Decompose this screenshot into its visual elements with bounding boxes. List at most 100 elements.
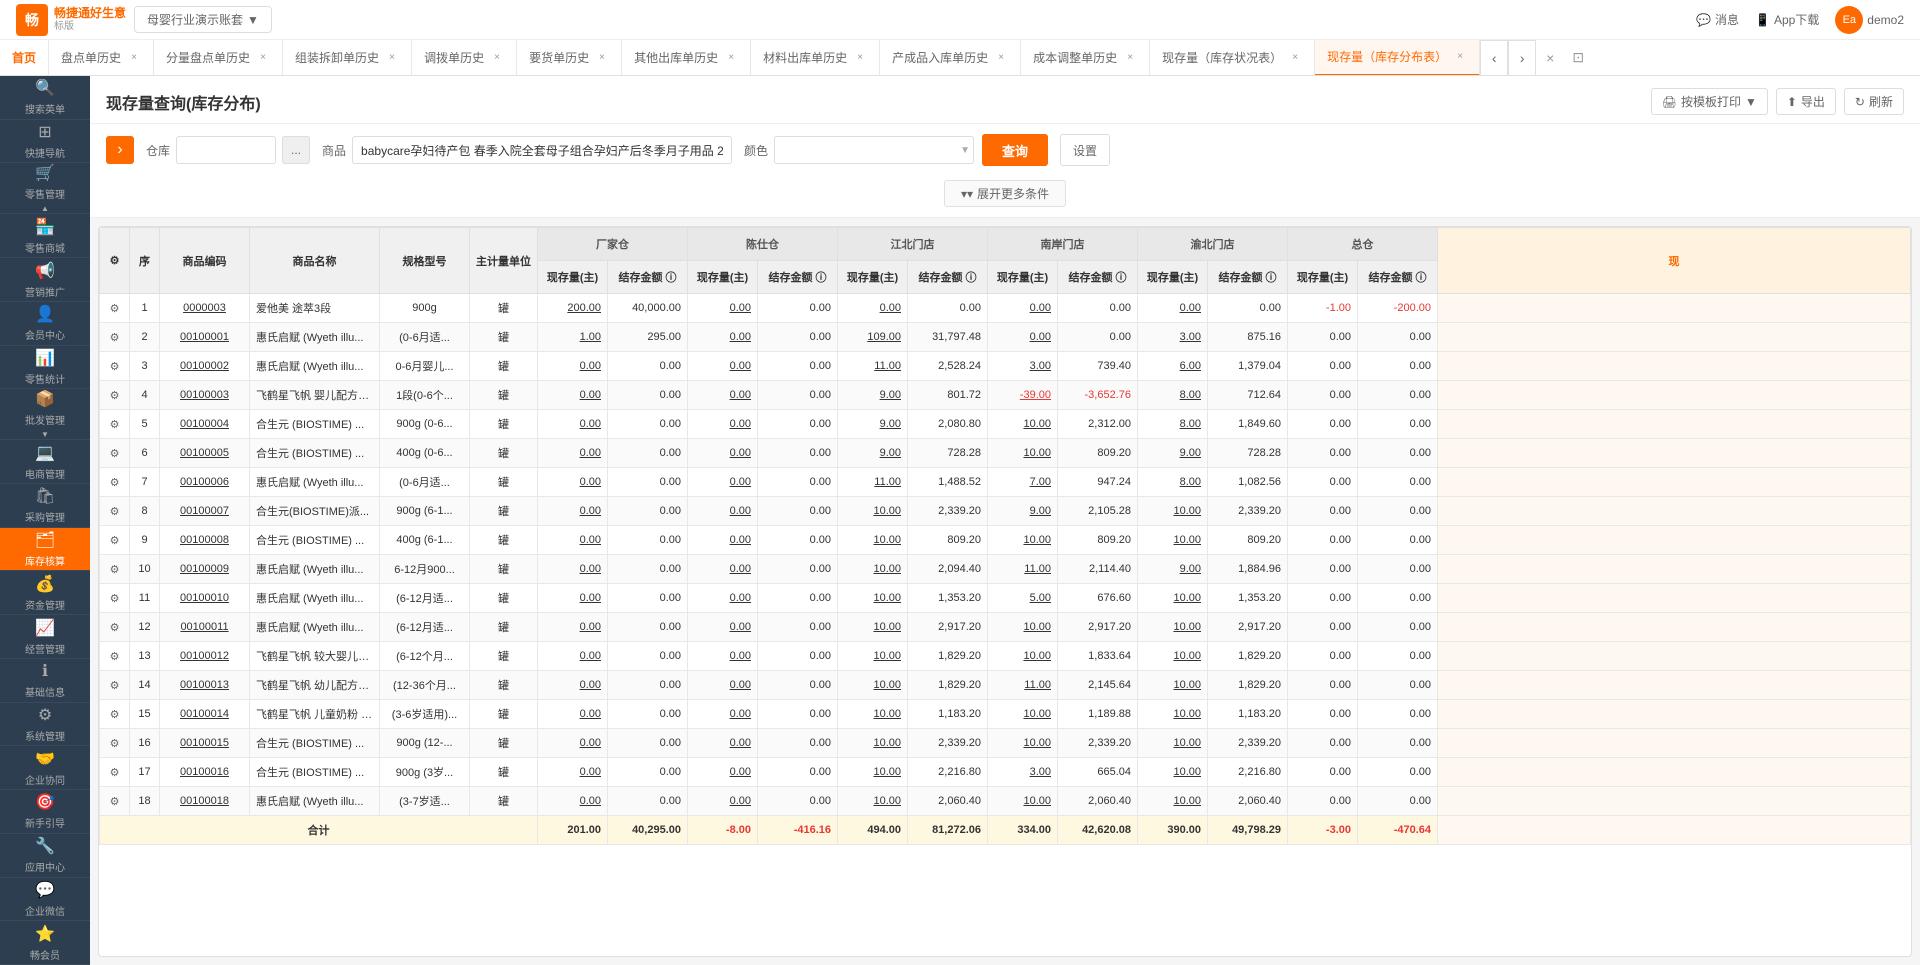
row-yubei-amt: 2,917.20 [1208, 613, 1288, 642]
sidebar-item-purchase[interactable]: 🛍 采购管理 [0, 484, 90, 528]
sidebar-item-guide[interactable]: 🎯 新手引导 [0, 790, 90, 834]
mall-icon: 🏪 [35, 217, 55, 237]
row-chenshi-qty: 0.00 [688, 700, 758, 729]
tab-order[interactable]: 要货单历史 × [517, 40, 622, 76]
row-yubei-amt: 1,353.20 [1208, 584, 1288, 613]
app-download-btn[interactable]: 📱 App下载 [1755, 11, 1819, 28]
tab-inventory-check[interactable]: 盘点单历史 × [49, 40, 154, 76]
tab-close-icon[interactable]: × [256, 51, 270, 65]
tab-portion-check[interactable]: 分量盘点单历史 × [154, 40, 283, 76]
tab-transfer[interactable]: 调拨单历史 × [412, 40, 517, 76]
sidebar-ecommerce-label: 电商管理 [25, 466, 65, 481]
tab-assembly[interactable]: 组装拆卸单历史 × [283, 40, 412, 76]
content-area: 现存量查询(库存分布) 🖨 按模板打印 ▼ ⬆ 导出 ↻ 刷新 [90, 76, 1920, 965]
tab-close-icon[interactable]: × [1123, 51, 1137, 65]
tab-close-icon[interactable]: × [1288, 51, 1302, 65]
refresh-btn[interactable]: ↻ 刷新 [1844, 88, 1904, 115]
row-name: 惠氏启赋 (Wyeth illu... [250, 555, 380, 584]
sidebar-item-inventory[interactable]: 🗂 库存核算 [0, 528, 90, 572]
row-yubei-amt: 809.20 [1208, 526, 1288, 555]
print-btn[interactable]: 🖨 按模板打印 ▼ [1651, 88, 1768, 115]
goods-input[interactable] [352, 136, 732, 164]
row-nanan-qty: 10.00 [988, 526, 1058, 555]
sidebar-item-retail-stats[interactable]: 📊 零售统计 [0, 346, 90, 390]
sidebar-item-ecommerce[interactable]: 💻 电商管理 [0, 440, 90, 484]
message-btn[interactable]: 💬 消息 [1696, 11, 1739, 28]
tab-stock-status[interactable]: 现存量（库存状况表） × [1150, 40, 1315, 76]
sidebar-item-mall[interactable]: 🏪 零售商城 [0, 214, 90, 258]
tab-close-icon[interactable]: × [1453, 50, 1467, 64]
tab-product-inbound[interactable]: 产成品入库单历史 × [880, 40, 1021, 76]
color-input[interactable] [774, 136, 974, 164]
tab-close-icon[interactable]: × [595, 51, 609, 65]
tab-home[interactable]: 首页 [0, 40, 49, 76]
query-btn[interactable]: 查询 [982, 134, 1048, 166]
workspace-selector[interactable]: 母婴行业演示账套 ▼ [134, 6, 272, 33]
sidebar-item-wholesale[interactable]: 📦 批发管理 ▼ [0, 389, 90, 440]
setting-btn[interactable]: 设置 [1060, 134, 1110, 166]
sidebar-mall-label: 零售商城 [25, 240, 65, 255]
tab-prev-arrow[interactable]: ‹ [1480, 40, 1508, 76]
tab-close-icon[interactable]: × [994, 51, 1008, 65]
sidebar-item-marketing[interactable]: 📢 营销推广 [0, 258, 90, 302]
tab-cost-adjust[interactable]: 成本调整单历史 × [1021, 40, 1150, 76]
row-unit: 罐 [470, 526, 538, 555]
sidebar-item-retail-mgmt[interactable]: 🛒 零售管理 ▲ [0, 163, 90, 214]
filter-expand-btn[interactable]: › [106, 136, 134, 164]
table-row: ⚙ 12 00100011 惠氏启赋 (Wyeth illu... (6-12月… [100, 613, 1911, 642]
sidebar-item-wechat[interactable]: 💬 企业微信 [0, 878, 90, 922]
row-factory-amt: 0.00 [608, 729, 688, 758]
row-factory-amt: 0.00 [608, 526, 688, 555]
row-jiangbei-amt: 2,216.80 [908, 758, 988, 787]
th-unit: 主计量单位 [470, 228, 538, 294]
tab-close-icon[interactable]: × [385, 51, 399, 65]
row-jiangbei-amt: 1,353.20 [908, 584, 988, 613]
row-total-amt: 0.00 [1358, 352, 1438, 381]
warehouse-ellipsis-btn[interactable]: ... [282, 136, 310, 164]
row-index: 14 [130, 671, 160, 700]
sidebar-item-collab[interactable]: 🤝 企业协同 [0, 746, 90, 790]
th-spec: 规格型号 [380, 228, 470, 294]
tab-close-icon[interactable]: × [724, 51, 738, 65]
row-factory-amt: 0.00 [608, 468, 688, 497]
row-nanan-amt: 0.00 [1058, 294, 1138, 323]
sidebar-item-finance[interactable]: 💰 资金管理 [0, 571, 90, 615]
sidebar-item-basic-info[interactable]: ℹ 基础信息 [0, 659, 90, 703]
tab-close-icon[interactable]: × [853, 51, 867, 65]
tab-close-all[interactable]: × [1536, 40, 1564, 76]
row-unit: 罐 [470, 439, 538, 468]
row-chenshi-amt: 0.00 [758, 787, 838, 816]
tab-close-icon[interactable]: × [490, 51, 504, 65]
user-menu[interactable]: Ea demo2 [1835, 6, 1904, 34]
tab-label: 组装拆卸单历史 [295, 49, 379, 66]
sidebar-item-members[interactable]: 👤 会员中心 [0, 302, 90, 346]
row-spec: 6-12月900... [380, 555, 470, 584]
sidebar-collab-label: 企业协同 [25, 772, 65, 787]
tab-expand[interactable]: ⊡ [1564, 40, 1592, 76]
row-nanan-qty: 11.00 [988, 555, 1058, 584]
sidebar-item-system[interactable]: ⚙ 系统管理 [0, 703, 90, 747]
table-row: ⚙ 5 00100004 合生元 (BIOSTIME) ... 900g (0-… [100, 410, 1911, 439]
retail-mgmt-icon: 🛒 [35, 163, 55, 183]
summary-row: 合计 201.00 40,295.00 -8.00 -416.16 494.00… [100, 816, 1911, 845]
sidebar-operations-label: 经营管理 [25, 641, 65, 656]
sidebar-item-nav[interactable]: ⊞ 快捷导航 [0, 120, 90, 164]
row-jiangbei-amt: 31,797.48 [908, 323, 988, 352]
tab-next-arrow[interactable]: › [1508, 40, 1536, 76]
warehouse-input[interactable] [176, 136, 276, 164]
tab-stock-distribution[interactable]: 现存量（库存分布表） × [1315, 40, 1480, 76]
sidebar-item-search[interactable]: 🔍 搜索英单 [0, 76, 90, 120]
tab-other-outbound[interactable]: 其他出库单历史 × [622, 40, 751, 76]
sidebar-item-operations[interactable]: 📈 经营管理 [0, 615, 90, 659]
sidebar-item-app-center[interactable]: 🔧 应用中心 [0, 834, 90, 878]
summary-nanan-amt: 42,620.08 [1058, 816, 1138, 845]
export-btn[interactable]: ⬆ 导出 [1776, 88, 1836, 115]
row-name: 合生元 (BIOSTIME) ... [250, 410, 380, 439]
export-label: 导出 [1801, 93, 1825, 110]
members-icon: 👤 [35, 304, 55, 324]
row-current [1438, 787, 1911, 816]
filter-more-btn[interactable]: ▾▾ 展开更多条件 [944, 180, 1066, 207]
tab-close-icon[interactable]: × [127, 51, 141, 65]
tab-material-outbound[interactable]: 材料出库单历史 × [751, 40, 880, 76]
sidebar-item-vip[interactable]: ⭐ 畅会员 [0, 921, 90, 965]
